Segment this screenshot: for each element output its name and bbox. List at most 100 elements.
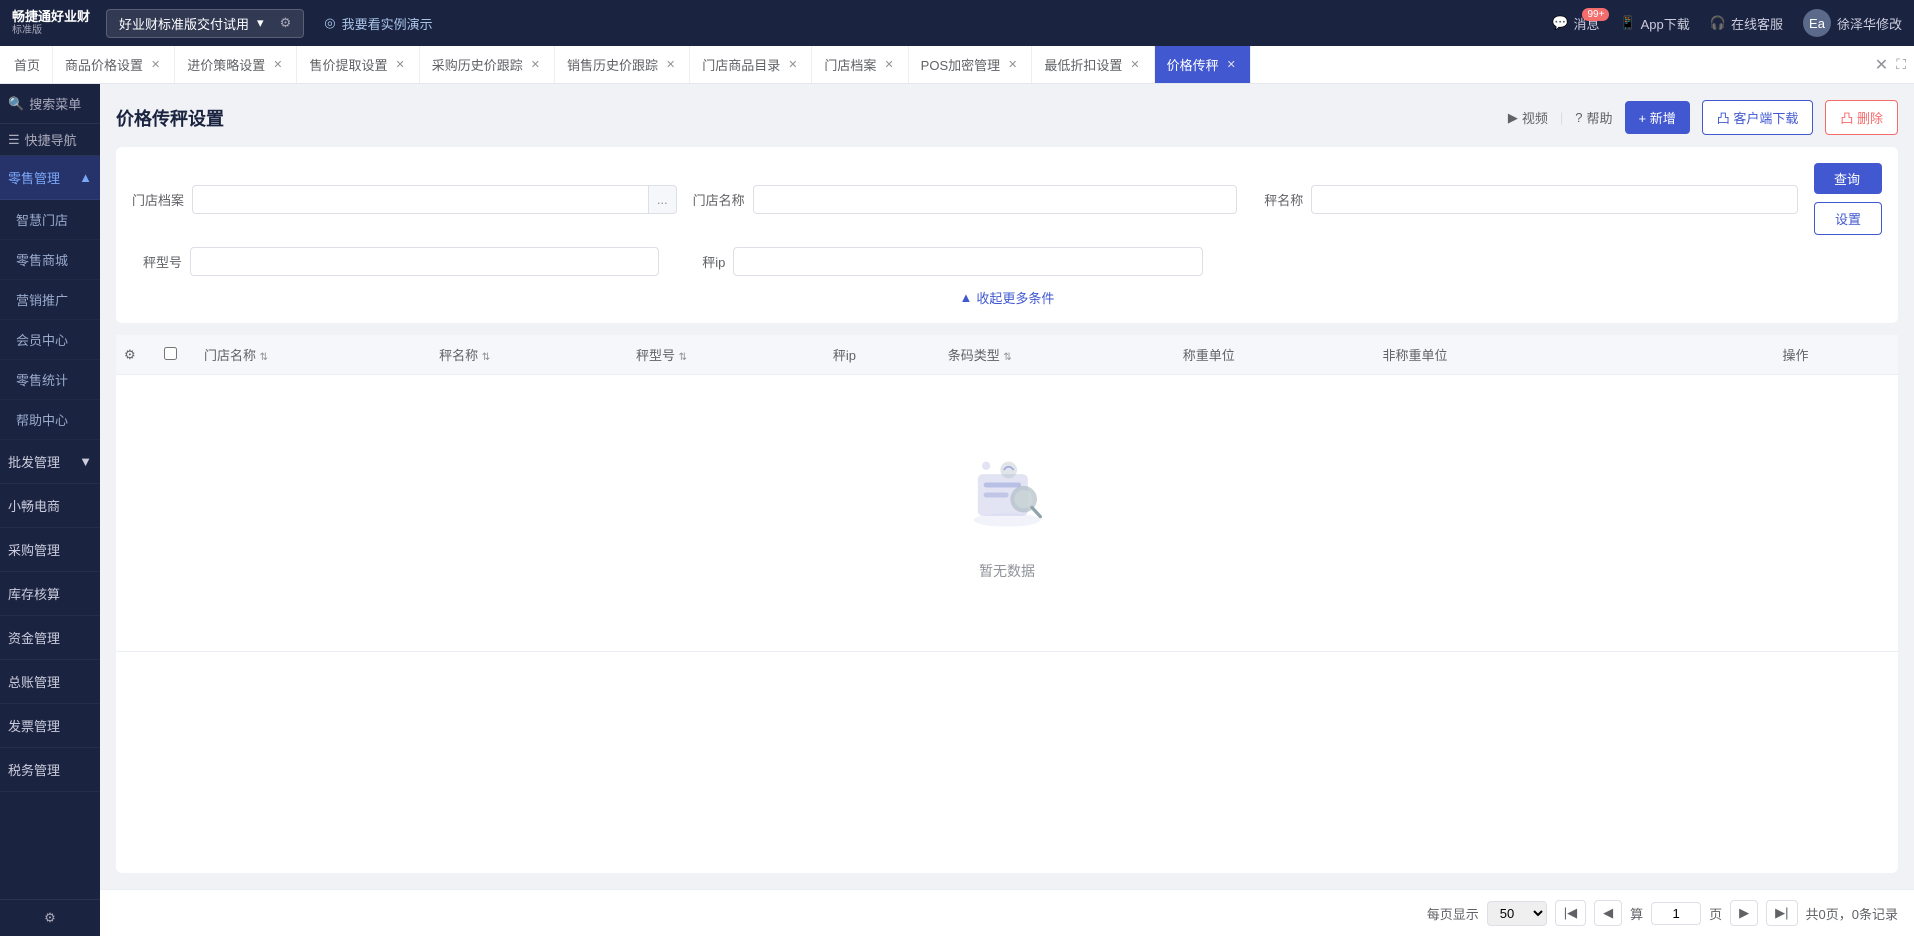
chevron-down-icon: ▼	[79, 454, 92, 469]
th-checkbox[interactable]	[156, 335, 196, 375]
sidebar-search[interactable]: 🔍 搜索菜单	[0, 84, 100, 124]
filter-scale-model-input[interactable]	[190, 247, 659, 276]
select-all-checkbox[interactable]	[164, 347, 177, 360]
version-selector[interactable]: 好业财标准版交付试用 ▾ ⚙	[106, 9, 304, 38]
tab-min-discount-close[interactable]: ✕	[1128, 58, 1141, 71]
sidebar-item-ecommerce[interactable]: 小畅电商	[0, 484, 100, 528]
page-title: 价格传秤设置	[116, 105, 224, 131]
download-btn[interactable]: 凸 客户端下载	[1702, 100, 1814, 135]
sidebar-item-inventory-label: 库存核算	[8, 584, 60, 603]
tab-store-archive-close[interactable]: ✕	[882, 58, 895, 71]
prev-page-btn[interactable]: ◀	[1594, 900, 1622, 926]
filter-store-archive-input[interactable]	[192, 185, 649, 214]
last-page-btn[interactable]: ▶|	[1766, 900, 1797, 926]
filter-scale-name-input[interactable]	[1311, 185, 1798, 214]
sidebar-item-tax[interactable]: 税务管理	[0, 748, 100, 792]
logo-area: 畅捷通好业财 标准版	[12, 9, 90, 37]
sidebar-item-retail-mall[interactable]: 零售商城	[0, 240, 100, 280]
expand-icon[interactable]: ⛶	[1896, 56, 1906, 73]
gear-icon[interactable]: ⚙	[280, 15, 292, 31]
sidebar-item-ledger[interactable]: 总账管理	[0, 660, 100, 704]
first-page-btn[interactable]: |◀	[1555, 900, 1586, 926]
sidebar-item-wholesale[interactable]: 批发管理 ▼	[0, 440, 100, 484]
th-barcode-type[interactable]: 条码类型 ⇅	[940, 335, 1175, 375]
tab-sales-history[interactable]: 销售历史价跟踪 ✕	[555, 46, 690, 84]
tab-sales-history-close[interactable]: ✕	[664, 58, 677, 71]
main-layout: 🔍 搜索菜单 ☰ 快捷导航 零售管理 ▲ 智慧门店 零售商城 营销推广 会员中心…	[0, 84, 1914, 936]
sidebar-item-help[interactable]: 帮助中心	[0, 400, 100, 440]
sort-icon-barcode-type: ⇅	[1003, 352, 1011, 363]
collapse-btn[interactable]: ▲ 收起更多条件	[132, 288, 1882, 307]
filter-scale-ip-input[interactable]	[733, 247, 1202, 276]
download-icon: 📱	[1619, 15, 1635, 31]
tab-price-scale-close[interactable]: ✕	[1225, 58, 1238, 71]
tab-pos-encrypt[interactable]: POS加密管理 ✕	[909, 46, 1033, 84]
tab-purchase-history[interactable]: 采购历史价跟踪 ✕	[420, 46, 555, 84]
tab-purchase-history-close[interactable]: ✕	[529, 58, 542, 71]
store-archive-dots-btn[interactable]: ...	[649, 185, 677, 214]
message-icon: 💬	[1552, 15, 1568, 31]
delete-btn[interactable]: 凸 删除	[1825, 100, 1898, 135]
tab-commodity-price-label: 商品价格设置	[65, 55, 143, 74]
th-scale-model[interactable]: 秤型号 ⇅	[628, 335, 825, 375]
tab-purchase-strategy[interactable]: 进价策略设置 ✕	[175, 46, 297, 84]
sidebar-item-smart-store[interactable]: 智慧门店	[0, 200, 100, 240]
close-window-icon[interactable]: ✕	[1875, 55, 1888, 75]
sidebar-item-purchase[interactable]: 采购管理	[0, 528, 100, 572]
tab-store-archive[interactable]: 门店档案 ✕	[812, 46, 908, 84]
tab-home[interactable]: 首页	[8, 46, 53, 84]
pagination-bar: 每页显示 20 50 100 200 |◀ ◀ 算 页 ▶ ▶| 共0页，0条记…	[100, 889, 1914, 936]
sidebar-item-capital[interactable]: 资金管理	[0, 616, 100, 660]
top-header: 畅捷通好业财 标准版 好业财标准版交付试用 ▾ ⚙ ◎ 我要看实例演示 💬 消息…	[0, 0, 1914, 46]
add-btn[interactable]: + 新增	[1625, 101, 1690, 134]
page-size-select[interactable]: 20 50 100 200	[1487, 901, 1547, 926]
video-link[interactable]: ▶ 视频	[1508, 108, 1548, 127]
headset-icon: 🎧	[1710, 15, 1726, 31]
filter-settings-btn[interactable]: 设置	[1814, 202, 1882, 235]
th-store-name[interactable]: 门店名称 ⇅	[196, 335, 431, 375]
sidebar-item-retail-stats[interactable]: 零售统计	[0, 360, 100, 400]
filter-row-2: 秤型号 秤ip	[132, 247, 1882, 276]
demo-link-label: 我要看实例演示	[342, 14, 433, 33]
messages-btn[interactable]: 💬 消息 99+	[1552, 14, 1599, 33]
page-size-label: 每页显示	[1427, 904, 1479, 923]
th-action: 操作	[1775, 335, 1898, 375]
tab-commodity-price-close[interactable]: ✕	[149, 58, 162, 71]
sidebar-item-marketing[interactable]: 营销推广	[0, 280, 100, 320]
tab-sale-extract-close[interactable]: ✕	[394, 58, 407, 71]
sidebar-settings-btn[interactable]: ⚙	[0, 899, 100, 936]
tab-store-catalog-close[interactable]: ✕	[786, 58, 799, 71]
tab-price-scale[interactable]: 价格传秤 ✕	[1155, 46, 1251, 84]
tab-pos-encrypt-close[interactable]: ✕	[1006, 58, 1019, 71]
th-scale-name-label: 秤名称	[439, 348, 478, 363]
filter-store-name-input[interactable]	[753, 185, 1238, 214]
th-weight-unit: 称重单位	[1175, 335, 1375, 375]
th-settings[interactable]: ⚙	[116, 335, 156, 375]
page-label: 页	[1709, 904, 1722, 923]
sidebar-item-invoice[interactable]: 发票管理	[0, 704, 100, 748]
app-download-btn[interactable]: 📱 App下载	[1619, 14, 1689, 33]
page-number-input[interactable]	[1651, 902, 1701, 925]
sidebar-nav[interactable]: ☰ 快捷导航	[0, 124, 100, 156]
tab-purchase-strategy-close[interactable]: ✕	[271, 58, 284, 71]
collapse-btn-label: 收起更多条件	[976, 288, 1054, 307]
sidebar-item-retail[interactable]: 零售管理 ▲	[0, 156, 100, 200]
sidebar-item-help-label: 帮助中心	[16, 410, 68, 429]
demo-link[interactable]: ◎ 我要看实例演示	[324, 14, 432, 33]
tab-commodity-price[interactable]: 商品价格设置 ✕	[53, 46, 175, 84]
tab-sale-extract[interactable]: 售价提取设置 ✕	[297, 46, 419, 84]
help-link[interactable]: ? 帮助	[1575, 108, 1612, 127]
user-menu-btn[interactable]: Ea 徐泽华修改	[1803, 9, 1902, 37]
sidebar-item-inventory[interactable]: 库存核算	[0, 572, 100, 616]
tab-store-catalog[interactable]: 门店商品目录 ✕	[690, 46, 812, 84]
online-service-btn[interactable]: 🎧 在线客服	[1710, 14, 1783, 33]
tab-min-discount[interactable]: 最低折扣设置 ✕	[1032, 46, 1154, 84]
filter-store-archive: 门店档案 ...	[132, 185, 677, 214]
page-word: 算	[1630, 904, 1643, 923]
th-scale-name[interactable]: 秤名称 ⇅	[431, 335, 628, 375]
sidebar-item-member[interactable]: 会员中心	[0, 320, 100, 360]
query-btn[interactable]: 查询	[1814, 163, 1882, 194]
next-page-btn[interactable]: ▶	[1730, 900, 1758, 926]
tab-purchase-strategy-label: 进价策略设置	[187, 55, 265, 74]
sidebar-item-member-label: 会员中心	[16, 330, 68, 349]
